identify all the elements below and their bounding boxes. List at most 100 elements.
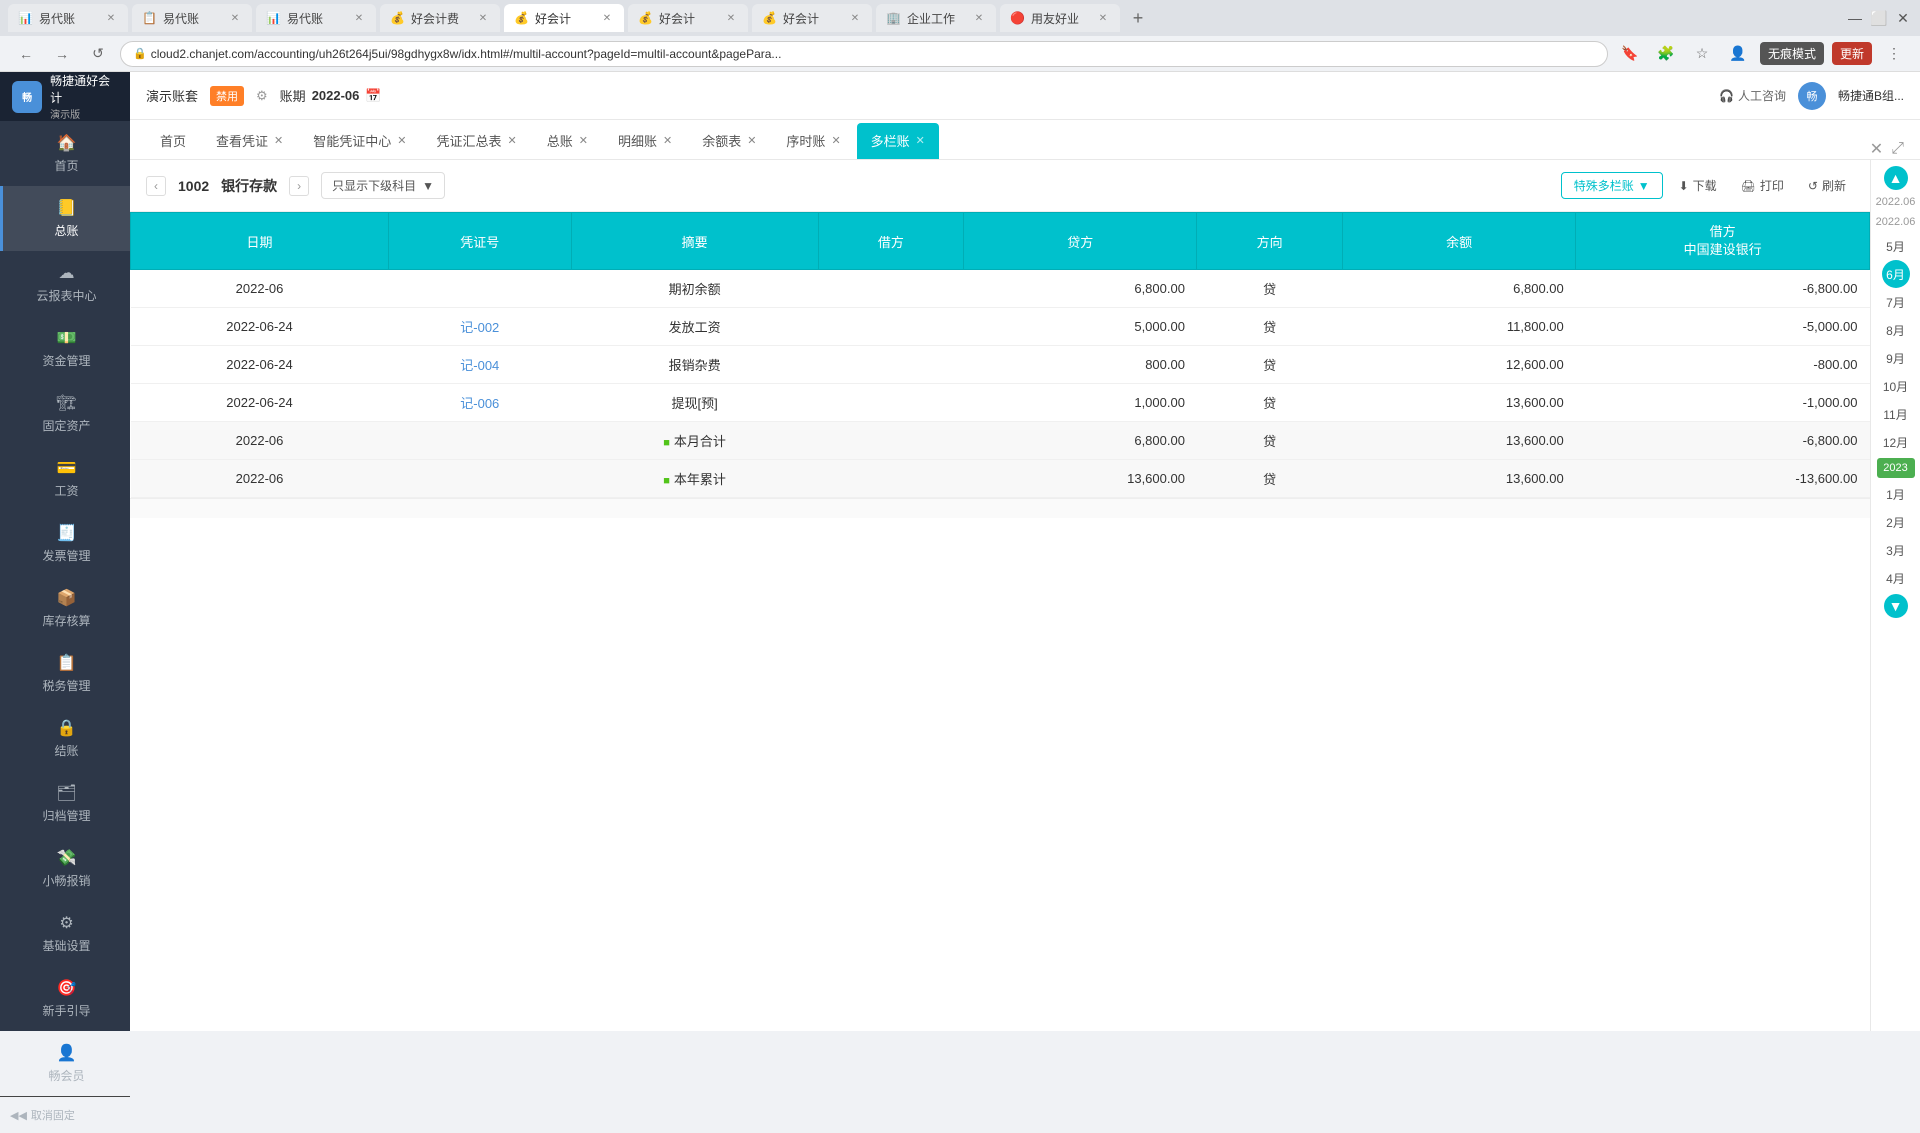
tab-view-voucher-close[interactable]: ✕ [274, 134, 283, 147]
table-cell[interactable]: 记-004 [389, 346, 572, 384]
tab-4-close[interactable]: ✕ [476, 11, 490, 25]
date-month-6[interactable]: 6月 [1882, 260, 1910, 288]
tab-3-close[interactable]: ✕ [352, 11, 366, 25]
tab-8[interactable]: 🏢 企业工作 ✕ [876, 4, 996, 32]
download-button[interactable]: ⬇ 下载 [1671, 172, 1725, 199]
tab-smart-voucher-close[interactable]: ✕ [397, 134, 406, 147]
tab-1-close[interactable]: ✕ [104, 11, 118, 25]
tab-homepage[interactable]: 首页 [146, 123, 200, 159]
tab-4[interactable]: 💰 好会计费 ✕ [380, 4, 500, 32]
tab-detail-ledger-close[interactable]: ✕ [663, 134, 672, 147]
tab-multi-column-close[interactable]: ✕ [916, 134, 925, 147]
sidebar-item-guide[interactable]: 🎯 新手引导 [0, 966, 130, 1031]
multi-col-button[interactable]: 特殊多栏账 ▼ [1561, 172, 1663, 199]
sidebar-item-home[interactable]: 🏠 首页 [0, 121, 130, 186]
close-button[interactable]: ✕ [1894, 9, 1912, 27]
sidebar-item-expense[interactable]: 💸 小畅报销 [0, 836, 130, 901]
sidebar-item-invoice[interactable]: 🧾 发票管理 [0, 511, 130, 576]
date-month-2023-3[interactable]: 3月 [1874, 536, 1918, 564]
date-month-2023-1[interactable]: 1月 [1874, 480, 1918, 508]
tab-7[interactable]: 💰 好会计 ✕ [752, 4, 872, 32]
star-button[interactable]: ☆ [1688, 40, 1716, 68]
calendar-icon[interactable]: 📅 [365, 88, 381, 104]
prev-account-button[interactable]: ‹ [146, 176, 166, 196]
tab-1[interactable]: 📊 易代账 ✕ [8, 4, 128, 32]
tab-voucher-summary-close[interactable]: ✕ [508, 134, 517, 147]
tab-smart-voucher[interactable]: 智能凭证中心 ✕ [299, 123, 420, 159]
new-tab-button[interactable]: + [1124, 4, 1152, 32]
reload-button[interactable]: ↺ [84, 40, 112, 68]
tab-5[interactable]: 💰 好会计 ✕ [504, 4, 624, 32]
date-panel-header1: 2022.06 [1872, 192, 1920, 212]
date-scroll-up[interactable]: ▲ [1884, 166, 1908, 190]
next-account-button[interactable]: › [289, 176, 309, 196]
tab-5-close[interactable]: ✕ [600, 11, 614, 25]
sidebar-item-cloud-report[interactable]: ☁ 云报表中心 [0, 251, 130, 316]
consult-button[interactable]: 🎧 人工咨询 [1719, 87, 1786, 104]
date-month-7[interactable]: 7月 [1874, 288, 1918, 316]
menu-button[interactable]: ⋮ [1880, 40, 1908, 68]
table-cell[interactable]: 记-006 [389, 384, 572, 422]
tab-view-voucher[interactable]: 查看凭证 ✕ [202, 123, 297, 159]
tab-balance-sheet[interactable]: 余额表 ✕ [688, 123, 770, 159]
back-button[interactable]: ← [12, 40, 40, 68]
panel-expand-icon[interactable]: ⤢ [1891, 140, 1904, 158]
bookmark-button[interactable]: 🔖 [1616, 40, 1644, 68]
tab-2-close[interactable]: ✕ [228, 11, 242, 25]
date-month-5[interactable]: 5月 [1874, 232, 1918, 260]
member-icon: 👤 [57, 1043, 77, 1063]
sidebar-item-asset[interactable]: 🏗 固定资产 [0, 381, 130, 446]
tab-9-close[interactable]: ✕ [1096, 11, 1110, 25]
sidebar-item-salary[interactable]: 💳 工资 [0, 446, 130, 511]
sidebar-item-member[interactable]: 👤 畅会员 [0, 1031, 130, 1096]
date-scroll-down[interactable]: ▼ [1884, 594, 1908, 618]
tab-3[interactable]: 📊 易代账 ✕ [256, 4, 376, 32]
tab-9[interactable]: 🔴 用友好业 ✕ [1000, 4, 1120, 32]
tab-voucher-summary[interactable]: 凭证汇总表 ✕ [422, 123, 530, 159]
table-cell: 贷 [1197, 384, 1342, 422]
date-month-2023-4[interactable]: 4月 [1874, 564, 1918, 592]
incognito-mode-button[interactable]: 无痕模式 [1760, 42, 1824, 65]
sub-filter-dropdown[interactable]: 只显示下级科目 ▼ [321, 172, 445, 199]
tab-8-close[interactable]: ✕ [972, 11, 986, 25]
tab-general-ledger-close[interactable]: ✕ [579, 134, 588, 147]
date-month-8[interactable]: 8月 [1874, 316, 1918, 344]
maximize-button[interactable]: ⬜ [1870, 9, 1888, 27]
date-month-11[interactable]: 11月 [1874, 400, 1918, 428]
tab-sequential-ledger-close[interactable]: ✕ [831, 134, 840, 147]
account-badge: 禁用 [210, 86, 244, 106]
unpin-button[interactable]: ◀◀ 取消固定 [10, 1107, 120, 1123]
profile-button[interactable]: 👤 [1724, 40, 1752, 68]
update-button[interactable]: 更新 [1832, 42, 1872, 65]
topbar-settings-icon[interactable]: ⚙ [256, 88, 268, 104]
refresh-button[interactable]: ↺ 刷新 [1800, 172, 1854, 199]
tab-6-close[interactable]: ✕ [724, 11, 738, 25]
horizontal-scrollbar[interactable] [130, 498, 1870, 518]
panel-close-icon[interactable]: ✕ [1870, 139, 1883, 159]
sidebar-item-close-accounts[interactable]: 🔒 结账 [0, 706, 130, 771]
forward-button[interactable]: → [48, 40, 76, 68]
tab-sequential-ledger[interactable]: 序时账 ✕ [772, 123, 854, 159]
url-bar[interactable]: 🔒 cloud2.chanjet.com/accounting/uh26t264… [120, 41, 1608, 67]
sidebar-item-tax[interactable]: 📋 税务管理 [0, 641, 130, 706]
minimize-button[interactable]: — [1846, 9, 1864, 27]
date-month-9[interactable]: 9月 [1874, 344, 1918, 372]
date-month-2023-2[interactable]: 2月 [1874, 508, 1918, 536]
sidebar-item-fund[interactable]: 💵 资金管理 [0, 316, 130, 381]
tab-balance-sheet-close[interactable]: ✕ [747, 134, 756, 147]
sidebar-item-ledger[interactable]: 📒 总账 [0, 186, 130, 251]
tab-detail-ledger[interactable]: 明细账 ✕ [604, 123, 686, 159]
extension-button[interactable]: 🧩 [1652, 40, 1680, 68]
tab-2[interactable]: 📋 易代账 ✕ [132, 4, 252, 32]
sidebar-item-inventory[interactable]: 📦 库存核算 [0, 576, 130, 641]
date-month-10[interactable]: 10月 [1874, 372, 1918, 400]
print-button[interactable]: 🖨 打印 [1733, 172, 1792, 199]
tab-general-ledger[interactable]: 总账 ✕ [533, 123, 602, 159]
sidebar-item-archive[interactable]: 🗂 归档管理 [0, 771, 130, 836]
tab-7-close[interactable]: ✕ [848, 11, 862, 25]
tab-6[interactable]: 💰 好会计 ✕ [628, 4, 748, 32]
date-month-12[interactable]: 12月 [1874, 428, 1918, 456]
tab-multi-column[interactable]: 多栏账 ✕ [857, 123, 939, 159]
sidebar-item-settings[interactable]: ⚙ 基础设置 [0, 901, 130, 966]
table-cell[interactable]: 记-002 [389, 308, 572, 346]
